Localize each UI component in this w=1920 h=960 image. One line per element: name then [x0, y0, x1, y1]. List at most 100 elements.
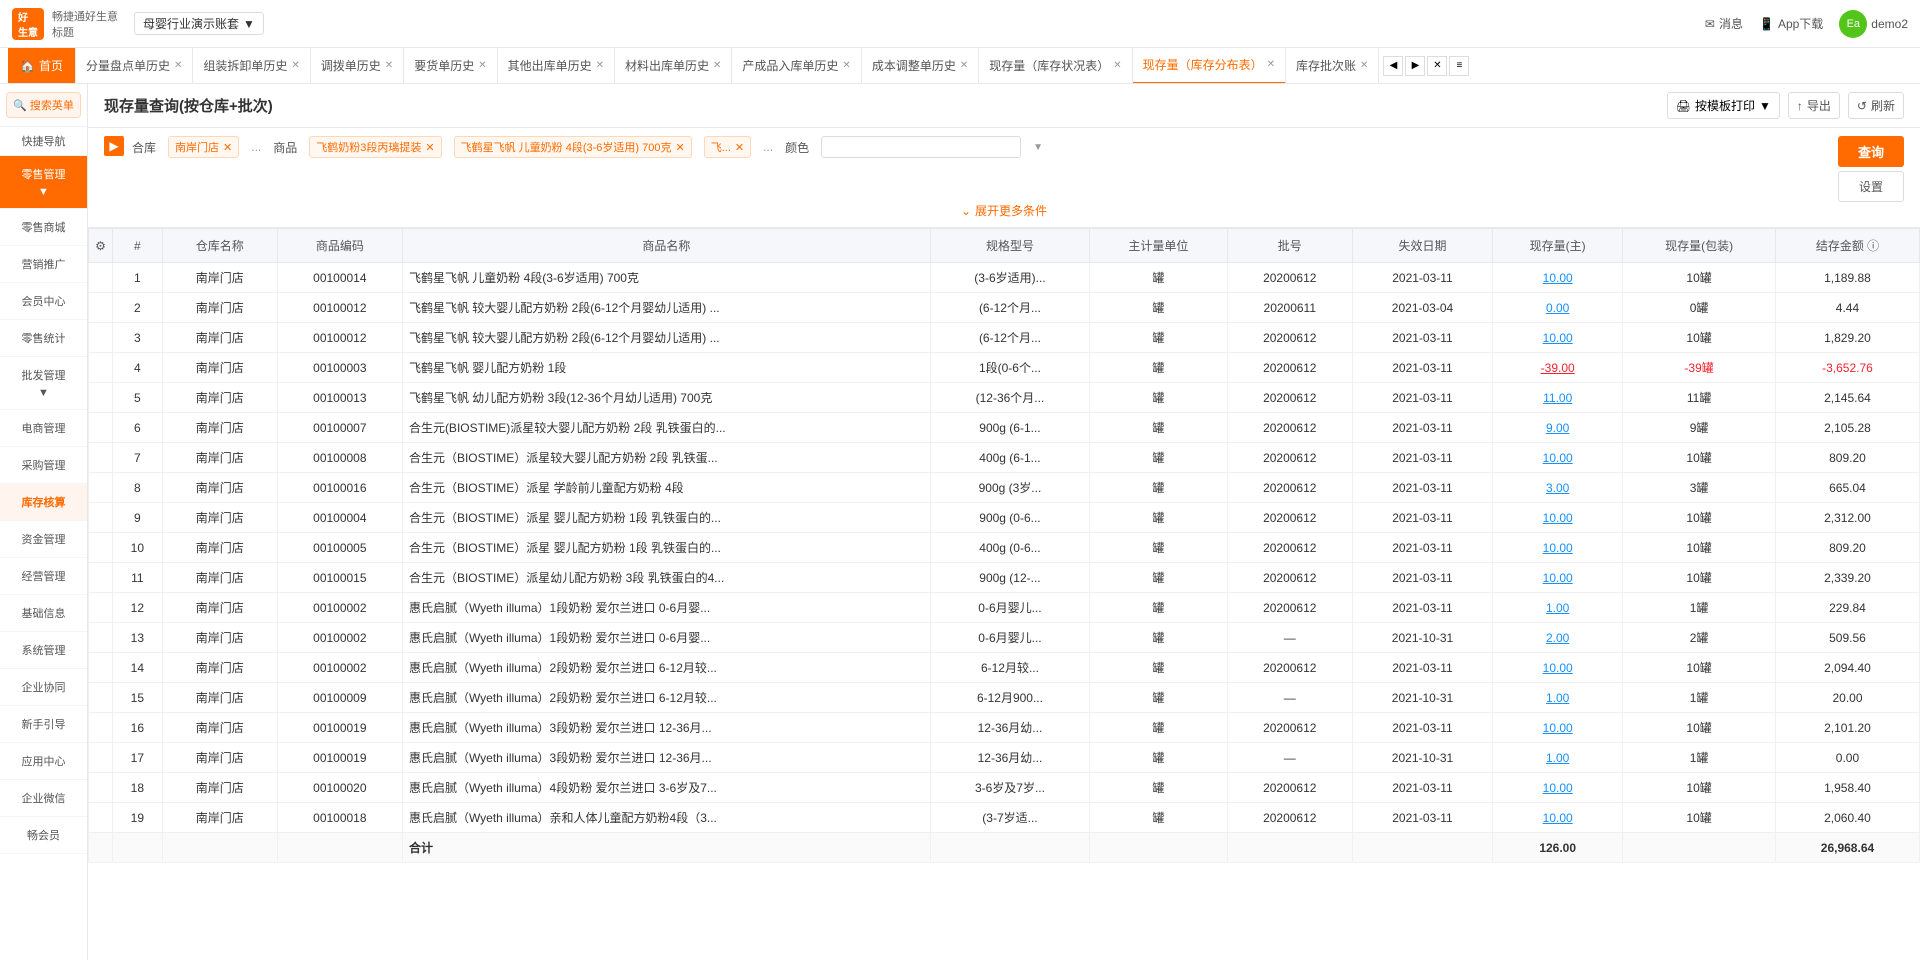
- product-tag-3[interactable]: 飞... ✕: [704, 136, 751, 158]
- tab-zu-chai[interactable]: 组装拆卸单历史 ✕: [193, 48, 310, 84]
- tab-diao-bo[interactable]: 调拨单历史 ✕: [311, 48, 404, 84]
- close-icon[interactable]: ✕: [478, 60, 486, 71]
- close-icon[interactable]: ✕: [1113, 60, 1121, 71]
- td-qty-main[interactable]: 9.00: [1493, 413, 1623, 443]
- td-qty-main[interactable]: 3.00: [1493, 473, 1623, 503]
- sidebar-item-operations[interactable]: 经营管理: [0, 558, 87, 595]
- sidebar-item-retail-stats[interactable]: 零售统计: [0, 320, 87, 357]
- close-icon[interactable]: ✕: [596, 60, 604, 71]
- color-input[interactable]: [821, 136, 1021, 158]
- sidebar-item-inventory[interactable]: 库存核算: [0, 484, 87, 521]
- message-btn[interactable]: ✉ 消息: [1705, 15, 1743, 32]
- td-qty-main[interactable]: 10.00: [1493, 563, 1623, 593]
- td-qty-main[interactable]: 10.00: [1493, 653, 1623, 683]
- close-icon[interactable]: ✕: [174, 60, 182, 71]
- td-qty-main[interactable]: 10.00: [1493, 443, 1623, 473]
- sidebar-item-ecommerce[interactable]: 电商管理: [0, 410, 87, 447]
- account-dropdown[interactable]: 母婴行业演示账套 ▼: [134, 12, 264, 35]
- template-print-btn[interactable]: 🖨 按模板打印 ▼: [1667, 92, 1780, 119]
- color-label: 颜色: [785, 139, 809, 156]
- td-qty-main[interactable]: 1.00: [1493, 593, 1623, 623]
- sidebar-item-wholesale[interactable]: 批发管理 ▼: [0, 357, 87, 410]
- sidebar-item-purchase[interactable]: 采购管理: [0, 447, 87, 484]
- tab-stock-dist[interactable]: 现存量（库存分布表） ✕: [1133, 48, 1286, 84]
- sidebar-item-app-center[interactable]: 应用中心: [0, 743, 87, 780]
- td-settings: [89, 443, 113, 473]
- tab-other-out[interactable]: 其他出库单历史 ✕: [498, 48, 615, 84]
- remove-product-icon[interactable]: ✕: [675, 141, 684, 154]
- sidebar-item-enterprise[interactable]: 企业协同: [0, 669, 87, 706]
- sidebar-search-btn[interactable]: 🔍 搜索英单: [6, 92, 81, 118]
- user-profile[interactable]: Ea demo2: [1839, 10, 1908, 38]
- sidebar-item-retail-mall[interactable]: 零售商城: [0, 209, 87, 246]
- close-icon[interactable]: ✕: [291, 60, 299, 71]
- sidebar-item-retail-mgmt[interactable]: 零售管理 ▼: [0, 156, 87, 209]
- product-tag-2[interactable]: 飞鹤星飞帆 儿童奶粉 4段(3-6岁适用) 700克 ✕: [454, 136, 692, 158]
- sidebar-item-system[interactable]: 系统管理: [0, 632, 87, 669]
- sidebar-item-finance[interactable]: 资金管理: [0, 521, 87, 558]
- app-download-btn[interactable]: 📱 App下载: [1759, 15, 1823, 32]
- tab-close-all-btn[interactable]: ✕: [1427, 56, 1447, 76]
- expand-arrow-btn[interactable]: ▶: [104, 136, 124, 156]
- td-name: 惠氏启腻（Wyeth illuma）亲和人体儿童配方奶粉4段（3...: [402, 803, 930, 833]
- more-products-btn[interactable]: ...: [763, 140, 773, 154]
- content-area: 现存量查询(按仓库+批次) 🖨 按模板打印 ▼ ↑ 导出 ↺ 刷新: [88, 84, 1920, 960]
- sidebar-item-enterprise-wechat[interactable]: 企业微信: [0, 780, 87, 817]
- tab-prev-btn[interactable]: ◀: [1383, 56, 1403, 76]
- td-qty-main[interactable]: 2.00: [1493, 623, 1623, 653]
- tab-product-in[interactable]: 产成品入库单历史 ✕: [732, 48, 861, 84]
- sidebar-item-guide[interactable]: 新手引导: [0, 706, 87, 743]
- table-row: 7 南岸门店 00100008 合生元（BIOSTIME）派星较大婴儿配方奶粉 …: [89, 443, 1920, 473]
- sidebar-quick-nav[interactable]: 快捷导航: [0, 127, 87, 156]
- close-icon[interactable]: ✕: [842, 60, 850, 71]
- td-qty-main[interactable]: -39.00: [1493, 353, 1623, 383]
- close-icon[interactable]: ✕: [960, 60, 968, 71]
- tab-cost[interactable]: 成本调整单历史 ✕: [862, 48, 979, 84]
- td-qty-pkg: 1罐: [1623, 683, 1776, 713]
- tab-material[interactable]: 材料出库单历史 ✕: [615, 48, 732, 84]
- remove-product-icon[interactable]: ✕: [735, 141, 744, 154]
- td-qty-main[interactable]: 1.00: [1493, 683, 1623, 713]
- tab-home[interactable]: 🏠 首页: [8, 48, 76, 84]
- expand-more-btn[interactable]: ⌄ 展开更多条件: [961, 202, 1047, 219]
- remove-warehouse-icon[interactable]: ✕: [223, 141, 232, 154]
- setting-btn[interactable]: 设置: [1838, 171, 1904, 202]
- warehouse-tag[interactable]: 南岸门店 ✕: [168, 136, 239, 158]
- remove-product-icon[interactable]: ✕: [425, 141, 434, 154]
- sidebar-item-member[interactable]: 会员中心: [0, 283, 87, 320]
- product-tag-1[interactable]: 飞鹤奶粉3段丙璃提装 ✕: [309, 136, 441, 158]
- color-dropdown-icon[interactable]: ▼: [1033, 142, 1043, 153]
- td-batch: 20200612: [1227, 713, 1352, 743]
- more-warehouses-btn[interactable]: ...: [251, 140, 261, 154]
- th-name: 商品名称: [402, 229, 930, 263]
- tab-yao-huo[interactable]: 要货单历史 ✕: [404, 48, 497, 84]
- td-qty-main[interactable]: 10.00: [1493, 263, 1623, 293]
- td-qty-main[interactable]: 10.00: [1493, 773, 1623, 803]
- td-qty-main[interactable]: 10.00: [1493, 803, 1623, 833]
- close-icon[interactable]: ✕: [1267, 59, 1275, 70]
- tab-next-btn[interactable]: ▶: [1405, 56, 1425, 76]
- td-batch: —: [1227, 743, 1352, 773]
- export-btn[interactable]: ↑ 导出: [1788, 92, 1840, 119]
- query-btn[interactable]: 查询: [1838, 136, 1904, 167]
- close-icon[interactable]: ✕: [713, 60, 721, 71]
- home-icon: 🏠: [20, 59, 35, 73]
- td-qty-main[interactable]: 10.00: [1493, 533, 1623, 563]
- td-qty-main[interactable]: 0.00: [1493, 293, 1623, 323]
- td-qty-main[interactable]: 10.00: [1493, 503, 1623, 533]
- sidebar-item-basics[interactable]: 基础信息: [0, 595, 87, 632]
- close-icon[interactable]: ✕: [385, 60, 393, 71]
- tab-nav-arrows: ◀ ▶ ✕ ≡: [1383, 56, 1469, 76]
- td-qty-main[interactable]: 11.00: [1493, 383, 1623, 413]
- td-qty-main[interactable]: 10.00: [1493, 713, 1623, 743]
- tab-batch[interactable]: 库存批次账 ✕: [1286, 48, 1379, 84]
- refresh-btn[interactable]: ↺ 刷新: [1848, 92, 1904, 119]
- td-qty-main[interactable]: 10.00: [1493, 323, 1623, 353]
- close-icon[interactable]: ✕: [1360, 60, 1368, 71]
- sidebar-item-marketing[interactable]: 营销推广: [0, 246, 87, 283]
- tab-fen-pan[interactable]: 分量盘点单历史 ✕: [76, 48, 193, 84]
- td-qty-main[interactable]: 1.00: [1493, 743, 1623, 773]
- tab-stock-status[interactable]: 现存量（库存状况表） ✕: [979, 48, 1132, 84]
- tab-menu-btn[interactable]: ≡: [1449, 56, 1469, 76]
- sidebar-item-member-card[interactable]: 畅会员: [0, 817, 87, 854]
